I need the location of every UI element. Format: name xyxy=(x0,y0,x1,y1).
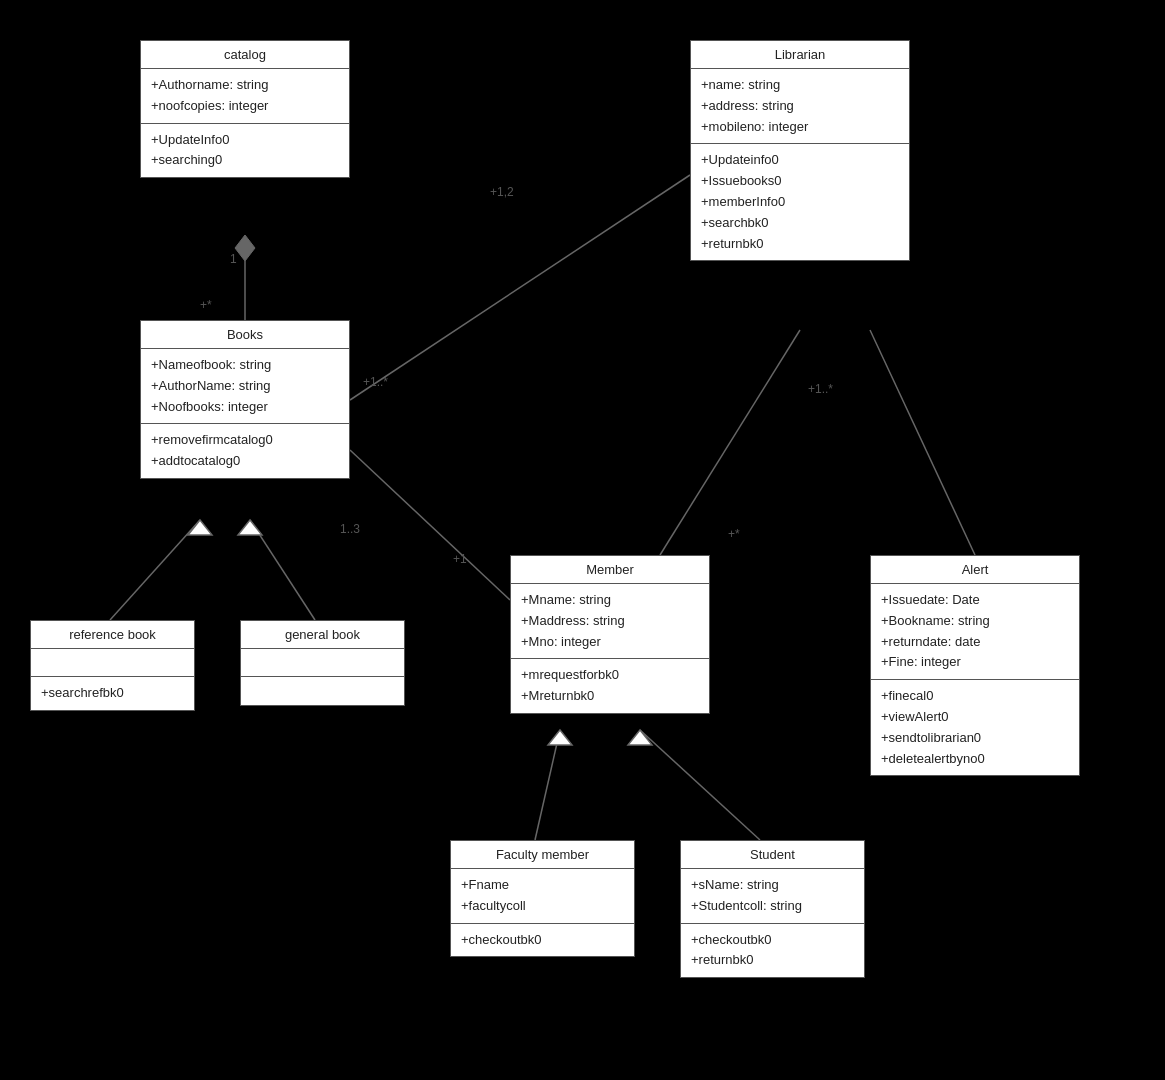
catalog-title: catalog xyxy=(141,41,349,69)
alert-method-0: +finecal0 xyxy=(881,686,1069,707)
alert-method-1: +viewAlert0 xyxy=(881,707,1069,728)
member-box: Member +Mname: string +Maddress: string … xyxy=(510,555,710,714)
books-attr-2: +Noofbooks: integer xyxy=(151,397,339,418)
student-title: Student xyxy=(681,841,864,869)
general-book-attributes xyxy=(241,649,404,677)
books-method-1: +addtocatalog0 xyxy=(151,451,339,472)
alert-attr-3: +Fine: integer xyxy=(881,652,1069,673)
general-book-title: general book xyxy=(241,621,404,649)
svg-line-8 xyxy=(660,330,800,555)
catalog-methods: +UpdateInfo0 +searching0 xyxy=(141,124,349,178)
student-box: Student +sName: string +Studentcoll: str… xyxy=(680,840,865,978)
catalog-method-1: +searching0 xyxy=(151,150,339,171)
catalog-box: catalog +Authorname: string +noofcopies:… xyxy=(140,40,350,178)
uml-diagram: 1 +* +1,2 +1..* +1..* 1..3 +1 +* catalog… xyxy=(0,0,1165,1080)
svg-line-12 xyxy=(640,730,760,840)
member-attr-1: +Maddress: string xyxy=(521,611,699,632)
alert-attr-1: +Bookname: string xyxy=(881,611,1069,632)
catalog-attributes: +Authorname: string +noofcopies: integer xyxy=(141,69,349,124)
member-attr-0: +Mname: string xyxy=(521,590,699,611)
reference-book-method-0: +searchrefbk0 xyxy=(41,683,184,704)
books-attr-1: +AuthorName: string xyxy=(151,376,339,397)
label-plusstar: +* xyxy=(728,527,740,541)
student-attributes: +sName: string +Studentcoll: string xyxy=(681,869,864,924)
faculty-member-method-0: +checkoutbk0 xyxy=(461,930,624,951)
alert-attr-2: +returndate: date xyxy=(881,632,1069,653)
catalog-attr-1: +noofcopies: integer xyxy=(151,96,339,117)
faculty-member-attr-1: +facultycoll xyxy=(461,896,624,917)
member-method-1: +Mreturnbk0 xyxy=(521,686,699,707)
svg-line-2 xyxy=(350,175,690,400)
librarian-method-2: +memberInfo0 xyxy=(701,192,899,213)
catalog-attr-0: +Authorname: string xyxy=(151,75,339,96)
label-1: 1 xyxy=(230,252,237,266)
student-method-0: +checkoutbk0 xyxy=(691,930,854,951)
svg-marker-7 xyxy=(238,520,262,535)
svg-line-9 xyxy=(870,330,975,555)
member-attr-2: +Mno: integer xyxy=(521,632,699,653)
alert-attr-0: +Issuedate: Date xyxy=(881,590,1069,611)
svg-marker-11 xyxy=(548,730,572,745)
librarian-method-1: +Issuebooks0 xyxy=(701,171,899,192)
svg-line-10 xyxy=(535,730,560,840)
member-attributes: +Mname: string +Maddress: string +Mno: i… xyxy=(511,584,709,659)
student-attr-1: +Studentcoll: string xyxy=(691,896,854,917)
librarian-attr-2: +mobileno: integer xyxy=(701,117,899,138)
books-method-0: +removefirmcatalog0 xyxy=(151,430,339,451)
books-methods: +removefirmcatalog0 +addtocatalog0 xyxy=(141,424,349,478)
faculty-member-attributes: +Fname +facultycoll xyxy=(451,869,634,924)
librarian-attr-0: +name: string xyxy=(701,75,899,96)
books-attributes: +Nameofbook: string +AuthorName: string … xyxy=(141,349,349,424)
member-title: Member xyxy=(511,556,709,584)
svg-marker-0 xyxy=(235,235,255,261)
svg-line-4 xyxy=(110,520,200,620)
reference-book-attributes xyxy=(31,649,194,677)
librarian-methods: +Updateinfo0 +Issuebooks0 +memberInfo0 +… xyxy=(691,144,909,260)
student-attr-0: +sName: string xyxy=(691,875,854,896)
catalog-method-0: +UpdateInfo0 xyxy=(151,130,339,151)
reference-book-box: reference book +searchrefbk0 xyxy=(30,620,195,711)
books-attr-0: +Nameofbook: string xyxy=(151,355,339,376)
label-1star-books-member: +1..* xyxy=(363,375,388,389)
alert-method-3: +deletealertbyno0 xyxy=(881,749,1069,770)
reference-book-methods: +searchrefbk0 xyxy=(31,677,194,710)
svg-line-6 xyxy=(250,520,315,620)
general-book-box: general book xyxy=(240,620,405,706)
faculty-member-title: Faculty member xyxy=(451,841,634,869)
reference-book-title: reference book xyxy=(31,621,194,649)
alert-title: Alert xyxy=(871,556,1079,584)
student-method-1: +returnbk0 xyxy=(691,950,854,971)
books-box: Books +Nameofbook: string +AuthorName: s… xyxy=(140,320,350,479)
alert-box: Alert +Issuedate: Date +Bookname: string… xyxy=(870,555,1080,776)
librarian-title: Librarian xyxy=(691,41,909,69)
librarian-attributes: +name: string +address: string +mobileno… xyxy=(691,69,909,144)
alert-method-2: +sendtolibrarian0 xyxy=(881,728,1069,749)
svg-line-3 xyxy=(350,450,510,600)
label-13: 1..3 xyxy=(340,522,360,536)
member-methods: +mrequestforbk0 +Mreturnbk0 xyxy=(511,659,709,713)
label-12: +1,2 xyxy=(490,185,514,199)
librarian-box: Librarian +name: string +address: string… xyxy=(690,40,910,261)
faculty-member-box: Faculty member +Fname +facultycoll +chec… xyxy=(450,840,635,957)
librarian-method-3: +searchbk0 xyxy=(701,213,899,234)
librarian-method-4: +returnbk0 xyxy=(701,234,899,255)
label-plus1: +1 xyxy=(453,552,467,566)
label-star: +* xyxy=(200,298,212,312)
alert-attributes: +Issuedate: Date +Bookname: string +retu… xyxy=(871,584,1079,680)
librarian-method-0: +Updateinfo0 xyxy=(701,150,899,171)
general-book-methods xyxy=(241,677,404,705)
svg-marker-13 xyxy=(628,730,652,745)
faculty-member-attr-0: +Fname xyxy=(461,875,624,896)
label-1star-lib-alert: +1..* xyxy=(808,382,833,396)
books-title: Books xyxy=(141,321,349,349)
faculty-member-methods: +checkoutbk0 xyxy=(451,924,634,957)
member-method-0: +mrequestforbk0 xyxy=(521,665,699,686)
librarian-attr-1: +address: string xyxy=(701,96,899,117)
student-methods: +checkoutbk0 +returnbk0 xyxy=(681,924,864,978)
svg-marker-5 xyxy=(188,520,212,535)
alert-methods: +finecal0 +viewAlert0 +sendtolibrarian0 … xyxy=(871,680,1079,775)
